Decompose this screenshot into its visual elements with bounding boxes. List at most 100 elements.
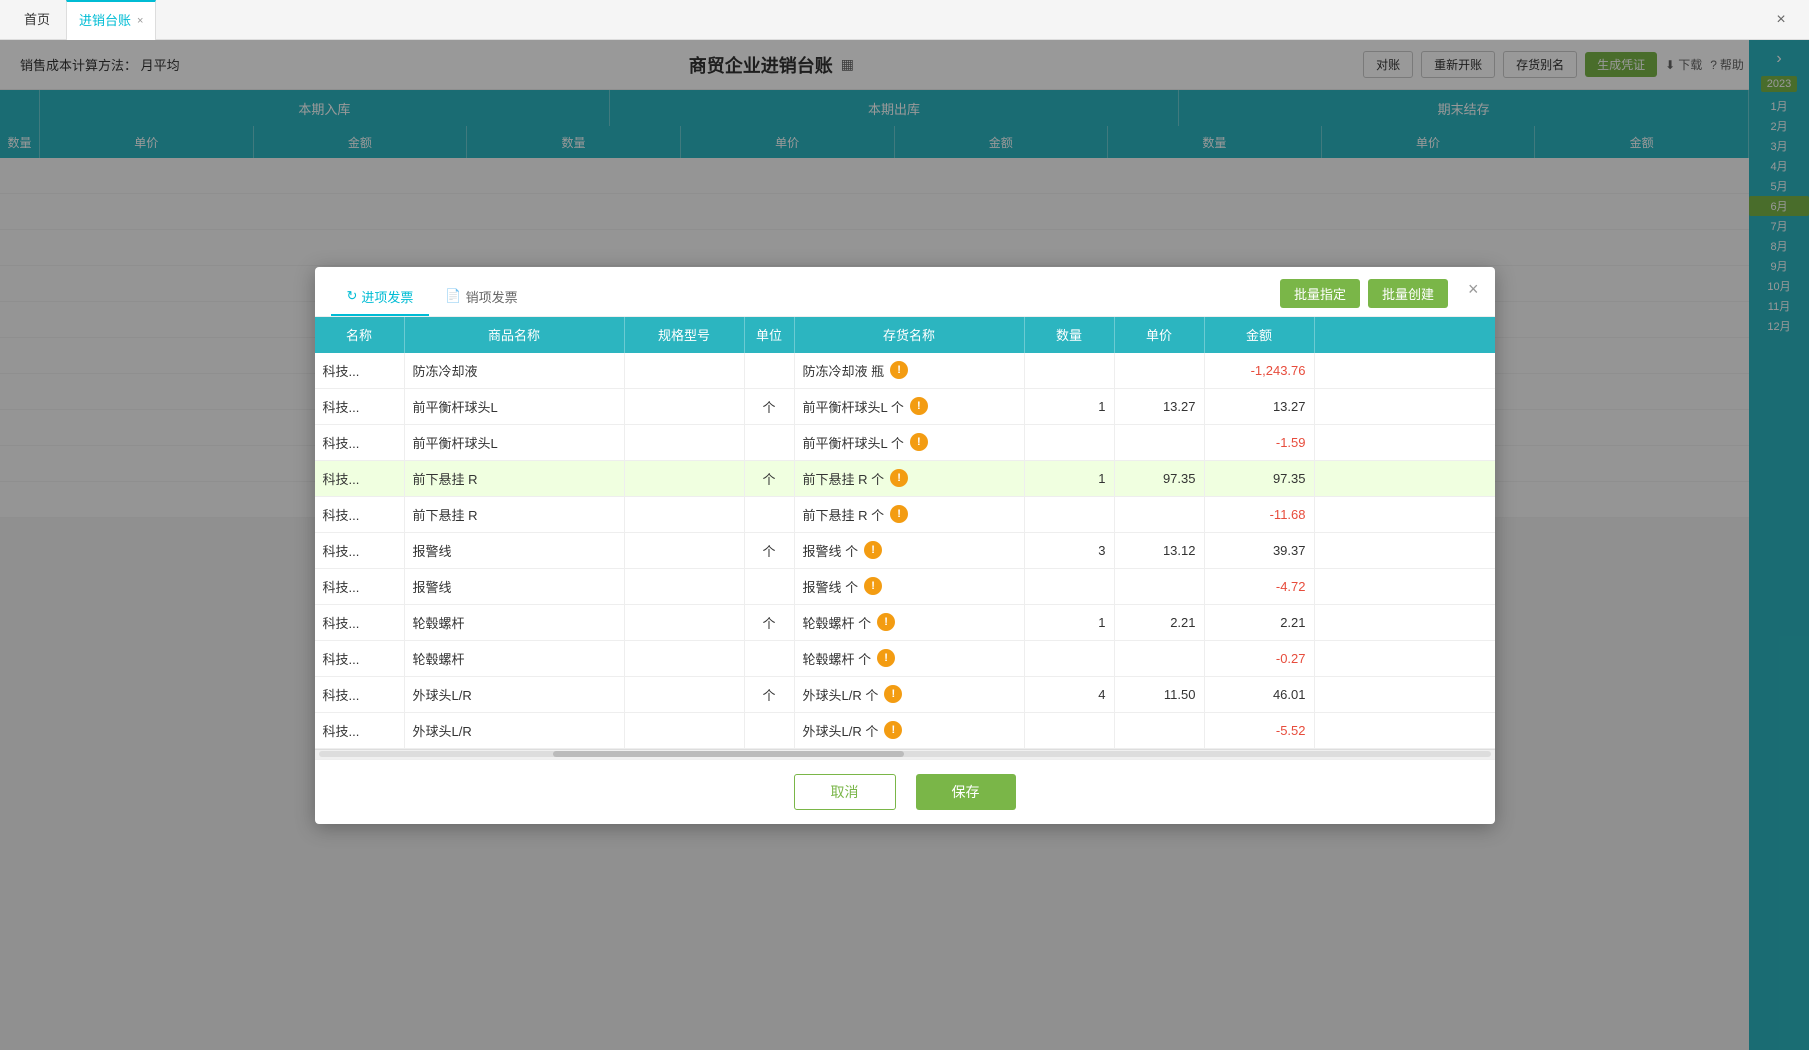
modal-close-button[interactable]: × xyxy=(1468,279,1479,308)
cell-product: 前下悬挂 R xyxy=(405,497,625,532)
cell-amount: 13.27 xyxy=(1205,389,1315,424)
cell-unit xyxy=(745,641,795,676)
cell-qty xyxy=(1025,713,1115,748)
warning-icon: ! xyxy=(910,433,928,451)
table-row[interactable]: 科技... 前平衡杆球头L 前平衡杆球头L 个 ! -1.59 xyxy=(315,425,1495,461)
cell-inventory: 前平衡杆球头L 个 ! xyxy=(795,425,1025,460)
modal-dialog: ↻ 进项发票 📄 销项发票 批量指定 批量创建 × 名称 xyxy=(315,267,1495,824)
table-row[interactable]: 科技... 报警线 个 报警线 个 ! 3 13.12 39.37 xyxy=(315,533,1495,569)
batch-create-button[interactable]: 批量创建 xyxy=(1368,279,1448,308)
cell-amount: -0.27 xyxy=(1205,641,1315,676)
table-row[interactable]: 科技... 前平衡杆球头L 个 前平衡杆球头L 个 ! 1 13.27 13.2… xyxy=(315,389,1495,425)
cell-unit-price: 13.12 xyxy=(1115,533,1205,568)
cell-name: 科技... xyxy=(315,461,405,496)
cell-name: 科技... xyxy=(315,713,405,748)
cell-qty: 4 xyxy=(1025,677,1115,712)
cell-name: 科技... xyxy=(315,353,405,388)
cell-inventory: 报警线 个 ! xyxy=(795,569,1025,604)
tab-incoming-invoice[interactable]: ↻ 进项发票 xyxy=(331,279,430,316)
scrollbar-thumb[interactable] xyxy=(553,751,905,757)
cell-qty: 3 xyxy=(1025,533,1115,568)
cell-unit-price xyxy=(1115,353,1205,388)
cell-product: 报警线 xyxy=(405,533,625,568)
cell-qty: 1 xyxy=(1025,605,1115,640)
table-row[interactable]: 科技... 外球头L/R 个 外球头L/R 个 ! 4 11.50 46.01 xyxy=(315,677,1495,713)
warning-icon: ! xyxy=(884,685,902,703)
cell-product: 前下悬挂 R xyxy=(405,461,625,496)
cell-amount: 46.01 xyxy=(1205,677,1315,712)
cell-unit-price: 97.35 xyxy=(1115,461,1205,496)
cell-unit xyxy=(745,425,795,460)
table-row[interactable]: 科技... 外球头L/R 外球头L/R 个 ! -5.52 xyxy=(315,713,1495,749)
incoming-tab-icon: ↻ xyxy=(347,288,358,304)
cell-spec xyxy=(625,569,745,604)
cell-name: 科技... xyxy=(315,497,405,532)
cell-inventory: 前下悬挂 R 个 ! xyxy=(795,461,1025,496)
cell-spec xyxy=(625,677,745,712)
modal-table-header: 名称 商品名称 规格型号 单位 存货名称 数量 单价 金额 xyxy=(315,317,1495,353)
cell-inventory: 轮毂螺杆 个 ! xyxy=(795,605,1025,640)
tab-home[interactable]: 首页 xyxy=(8,0,66,40)
cell-name: 科技... xyxy=(315,605,405,640)
cell-product: 防冻冷却液 xyxy=(405,353,625,388)
cell-unit: 个 xyxy=(745,389,795,424)
cell-unit-price: 2.21 xyxy=(1115,605,1205,640)
cell-inventory: 防冻冷却液 瓶 ! xyxy=(795,353,1025,388)
cell-product: 前平衡杆球头L xyxy=(405,389,625,424)
cell-unit: 个 xyxy=(745,677,795,712)
table-row[interactable]: 科技... 前下悬挂 R 前下悬挂 R 个 ! -11.68 xyxy=(315,497,1495,533)
cancel-button[interactable]: 取消 xyxy=(794,774,896,810)
modal-scrollbar[interactable] xyxy=(315,749,1495,759)
cell-spec xyxy=(625,533,745,568)
cell-qty: 1 xyxy=(1025,461,1115,496)
col-spec: 规格型号 xyxy=(625,317,745,353)
cell-name: 科技... xyxy=(315,389,405,424)
modal-header-right: 批量指定 批量创建 × xyxy=(1280,279,1479,316)
table-row[interactable]: 科技... 前下悬挂 R 个 前下悬挂 R 个 ! 1 97.35 97.35 xyxy=(315,461,1495,497)
table-row[interactable]: 科技... 防冻冷却液 防冻冷却液 瓶 ! -1,243.76 xyxy=(315,353,1495,389)
scrollbar-track[interactable] xyxy=(319,751,1491,757)
warning-icon: ! xyxy=(864,577,882,595)
cell-spec xyxy=(625,425,745,460)
col-qty: 数量 xyxy=(1025,317,1115,353)
table-row[interactable]: 科技... 轮毂螺杆 个 轮毂螺杆 个 ! 1 2.21 2.21 xyxy=(315,605,1495,641)
tab-outgoing-invoice[interactable]: 📄 销项发票 xyxy=(429,279,533,316)
cell-qty: 1 xyxy=(1025,389,1115,424)
col-product: 商品名称 xyxy=(405,317,625,353)
top-bar: 首页 进销台账 × × xyxy=(0,0,1809,40)
cell-inventory: 外球头L/R 个 ! xyxy=(795,713,1025,748)
cell-amount: -5.52 xyxy=(1205,713,1315,748)
table-row[interactable]: 科技... 轮毂螺杆 轮毂螺杆 个 ! -0.27 xyxy=(315,641,1495,677)
warning-icon: ! xyxy=(890,361,908,379)
cell-unit xyxy=(745,353,795,388)
cell-name: 科技... xyxy=(315,641,405,676)
col-inventory: 存货名称 xyxy=(795,317,1025,353)
warning-icon: ! xyxy=(877,613,895,631)
cell-qty xyxy=(1025,425,1115,460)
col-amount: 金额 xyxy=(1205,317,1315,353)
cell-product: 外球头L/R xyxy=(405,713,625,748)
cell-qty xyxy=(1025,569,1115,604)
cell-name: 科技... xyxy=(315,533,405,568)
col-name: 名称 xyxy=(315,317,405,353)
batch-assign-button[interactable]: 批量指定 xyxy=(1280,279,1360,308)
cell-inventory: 前平衡杆球头L 个 ! xyxy=(795,389,1025,424)
tab-active[interactable]: 进销台账 × xyxy=(66,0,156,40)
modal-tabs: ↻ 进项发票 📄 销项发票 xyxy=(331,279,534,316)
save-button[interactable]: 保存 xyxy=(916,774,1016,810)
cell-unit-price xyxy=(1115,425,1205,460)
cell-spec xyxy=(625,497,745,532)
table-row[interactable]: 科技... 报警线 报警线 个 ! -4.72 xyxy=(315,569,1495,605)
cell-inventory: 轮毂螺杆 个 ! xyxy=(795,641,1025,676)
cell-unit-price xyxy=(1115,713,1205,748)
tab-close-icon[interactable]: × xyxy=(137,1,143,41)
cell-amount: 97.35 xyxy=(1205,461,1315,496)
cell-inventory: 外球头L/R 个 ! xyxy=(795,677,1025,712)
cell-unit-price xyxy=(1115,497,1205,532)
cell-name: 科技... xyxy=(315,677,405,712)
modal-overlay: ↻ 进项发票 📄 销项发票 批量指定 批量创建 × 名称 xyxy=(0,40,1809,1050)
cell-unit: 个 xyxy=(745,605,795,640)
cell-unit-price: 13.27 xyxy=(1115,389,1205,424)
window-close-button[interactable]: × xyxy=(1761,0,1801,40)
warning-icon: ! xyxy=(884,721,902,739)
